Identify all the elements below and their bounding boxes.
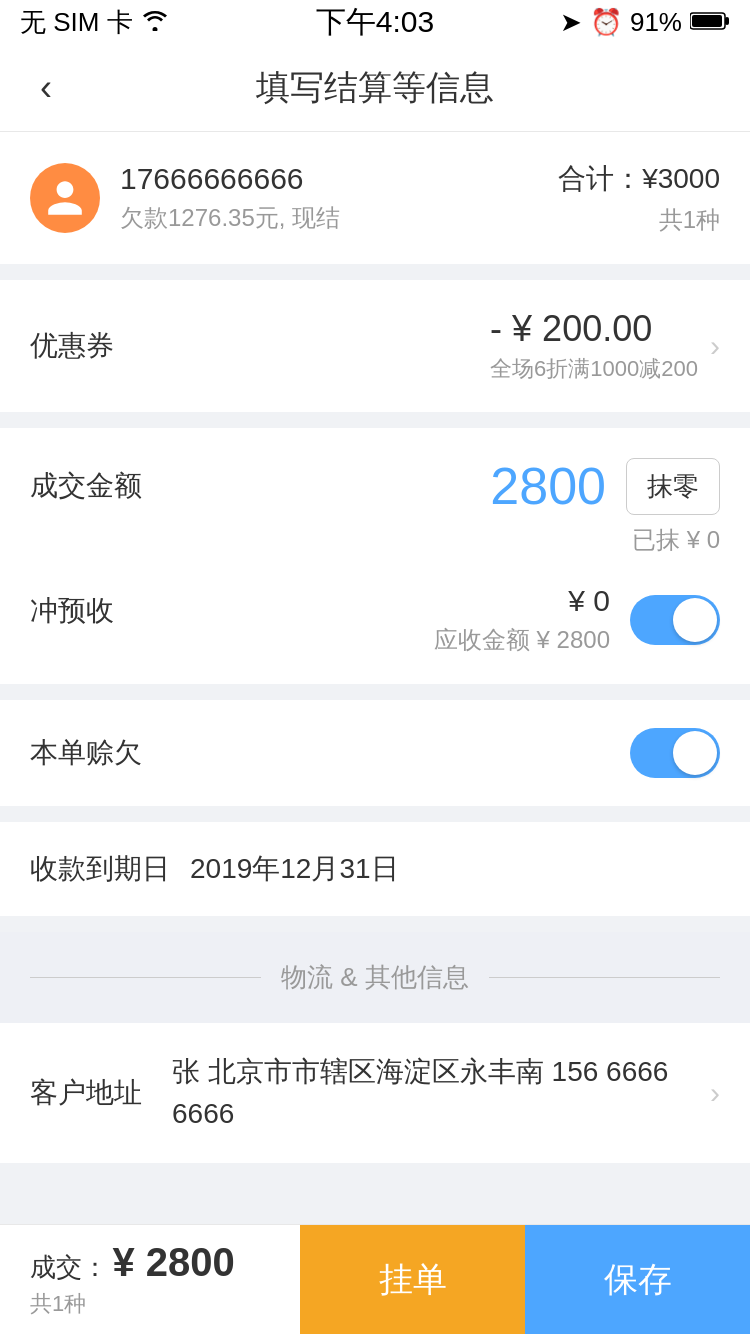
address-row[interactable]: 客户地址 张 北京市市辖区海淀区永丰南 156 6666 6666 › — [0, 1023, 750, 1163]
address-value: 张 北京市市辖区海淀区永丰南 156 6666 6666 — [172, 1051, 710, 1135]
footer-count: 共1种 — [30, 1289, 270, 1319]
location-icon: ➤ — [560, 7, 582, 38]
status-time: 下午4:03 — [316, 2, 434, 43]
prepay-toggle[interactable] — [630, 595, 720, 645]
hold-button[interactable]: 挂单 — [300, 1225, 525, 1335]
nav-bar: ‹ 填写结算等信息 — [0, 44, 750, 132]
footer: 成交： ¥ 2800 共1种 挂单 保存 — [0, 1224, 750, 1334]
status-right: ➤ ⏰ 91% — [560, 7, 730, 38]
page-title: 填写结算等信息 — [256, 65, 494, 111]
amount-label: 成交金额 — [30, 467, 142, 505]
sim-status: 无 SIM 卡 — [20, 5, 133, 40]
duedate-value: 2019年12月31日 — [190, 850, 399, 888]
debt-block: 本单赊欠 — [0, 700, 750, 806]
toggle-knob — [673, 598, 717, 642]
footer-deal-price: ¥ 2800 — [112, 1240, 234, 1284]
duedate-label: 收款到期日 — [30, 850, 170, 888]
alarm-icon: ⏰ — [590, 7, 622, 38]
customer-left: 17666666666 欠款1276.35元, 现结 — [30, 162, 340, 234]
coupon-label: 优惠券 — [30, 327, 114, 365]
amount-right: 2800 抹零 — [490, 456, 720, 516]
customer-total: 合计：¥3000 — [558, 160, 720, 198]
divider-section: 物流 & 其他信息 — [0, 932, 750, 1023]
coupon-chevron-icon: › — [710, 329, 720, 363]
prepay-sub: 应收金额 ¥ 2800 — [434, 624, 610, 656]
prepay-label: 冲预收 — [30, 584, 114, 630]
debt-row: 本单赊欠 — [30, 728, 720, 778]
svg-rect-1 — [725, 17, 729, 25]
coupon-right: - ¥ 200.00 全场6折满1000减200 › — [490, 308, 720, 384]
transaction-block: 成交金额 2800 抹零 已抹 ¥ 0 冲预收 ¥ 0 应收金额 ¥ 2800 — [0, 428, 750, 684]
footer-info: 成交： ¥ 2800 共1种 — [0, 1240, 300, 1319]
main-content: 17666666666 欠款1276.35元, 现结 合计：¥3000 共1种 … — [0, 132, 750, 1334]
wifi-icon — [141, 7, 169, 38]
divider-line-right — [489, 977, 720, 978]
customer-debt: 欠款1276.35元, 现结 — [120, 202, 340, 234]
amount-row: 成交金额 2800 抹零 — [30, 456, 720, 516]
status-bar: 无 SIM 卡 下午4:03 ➤ ⏰ 91% — [0, 0, 750, 44]
prepay-right: ¥ 0 应收金额 ¥ 2800 — [434, 584, 720, 656]
prepay-row: 冲预收 ¥ 0 应收金额 ¥ 2800 — [30, 556, 720, 656]
divider-line-left — [30, 977, 261, 978]
prepay-amount: ¥ 0 — [434, 584, 610, 618]
battery-icon — [690, 7, 730, 38]
footer-deal-row: 成交： ¥ 2800 — [30, 1240, 270, 1285]
customer-right: 合计：¥3000 共1种 — [558, 160, 720, 236]
address-chevron-icon: › — [710, 1076, 720, 1110]
status-left: 无 SIM 卡 — [20, 5, 169, 40]
customer-phone: 17666666666 — [120, 162, 340, 196]
coupon-detail: 全场6折满1000减200 — [490, 354, 698, 384]
debt-toggle[interactable] — [630, 728, 720, 778]
duedate-row: 收款到期日 2019年12月31日 — [0, 822, 750, 916]
amount-value: 2800 — [490, 456, 606, 516]
svg-rect-2 — [692, 15, 722, 27]
divider-text: 物流 & 其他信息 — [281, 960, 469, 995]
amount-sub: 已抹 ¥ 0 — [30, 524, 720, 556]
footer-deal-label: 成交： — [30, 1252, 108, 1282]
round-button[interactable]: 抹零 — [626, 458, 720, 515]
address-label: 客户地址 — [30, 1074, 142, 1112]
customer-card: 17666666666 欠款1276.35元, 现结 合计：¥3000 共1种 — [0, 132, 750, 264]
coupon-row[interactable]: 优惠券 - ¥ 200.00 全场6折满1000减200 › — [0, 280, 750, 412]
coupon-amount: - ¥ 200.00 — [490, 308, 698, 350]
save-button[interactable]: 保存 — [525, 1225, 750, 1335]
debt-toggle-knob — [673, 731, 717, 775]
avatar — [30, 163, 100, 233]
back-button[interactable]: ‹ — [30, 57, 62, 119]
customer-info: 17666666666 欠款1276.35元, 现结 — [120, 162, 340, 234]
customer-count: 共1种 — [558, 204, 720, 236]
prepay-values: ¥ 0 应收金额 ¥ 2800 — [434, 584, 610, 656]
coupon-info: - ¥ 200.00 全场6折满1000减200 — [490, 308, 698, 384]
debt-label: 本单赊欠 — [30, 734, 142, 772]
battery-text: 91% — [630, 7, 682, 38]
